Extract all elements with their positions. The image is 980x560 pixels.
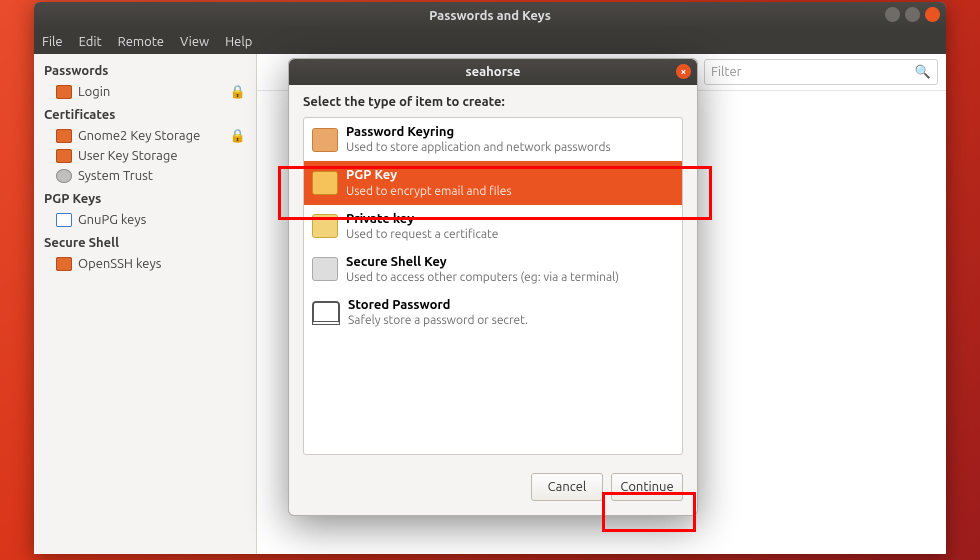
sidebar-item-label: Login bbox=[78, 85, 110, 99]
item-desc: Used to encrypt email and files bbox=[346, 184, 512, 199]
maximize-icon[interactable] bbox=[905, 7, 920, 22]
sidebar-item-gnupg[interactable]: GnuPG keys bbox=[34, 210, 256, 230]
menu-file[interactable]: File bbox=[42, 35, 63, 49]
item-password-keyring[interactable]: Password Keyring Used to store applicati… bbox=[304, 118, 682, 161]
close-icon[interactable]: × bbox=[676, 64, 691, 79]
folder-icon bbox=[56, 257, 72, 271]
menubar: File Edit Remote View Help bbox=[34, 30, 946, 54]
item-title: Private key bbox=[346, 211, 498, 227]
filter-input[interactable]: Filter 🔍 bbox=[704, 59, 938, 85]
item-title: Secure Shell Key bbox=[346, 254, 619, 270]
new-item-dialog: seahorse × Select the type of item to cr… bbox=[288, 58, 698, 516]
sidebar-header-certificates: Certificates bbox=[34, 102, 256, 126]
key-icon bbox=[312, 171, 338, 195]
item-pgp-key[interactable]: PGP Key Used to encrypt email and files bbox=[304, 161, 682, 204]
sidebar-header-ssh: Secure Shell bbox=[34, 230, 256, 254]
desktop: Passwords and Keys File Edit Remote View… bbox=[0, 0, 980, 560]
folder-icon bbox=[56, 85, 72, 99]
item-private-key[interactable]: Private key Used to request a certificat… bbox=[304, 205, 682, 248]
sidebar-item-systrust[interactable]: System Trust bbox=[34, 166, 256, 186]
item-title: PGP Key bbox=[346, 167, 512, 183]
sidebar-item-openssh[interactable]: OpenSSH keys bbox=[34, 254, 256, 274]
item-title: Stored Password bbox=[348, 297, 528, 313]
continue-button[interactable]: Continue bbox=[611, 473, 683, 501]
sidebar-item-label: User Key Storage bbox=[78, 149, 178, 163]
item-desc: Used to access other computers (eg: via … bbox=[346, 270, 619, 285]
combination-icon bbox=[312, 301, 340, 325]
item-desc: Safely store a password or secret. bbox=[348, 313, 528, 328]
window-controls bbox=[885, 7, 940, 22]
menu-remote[interactable]: Remote bbox=[118, 35, 164, 49]
dialog-titlebar: seahorse × bbox=[289, 59, 697, 85]
sidebar-header-pgp: PGP Keys bbox=[34, 186, 256, 210]
lock-icon: 🔒 bbox=[230, 85, 246, 100]
key-icon bbox=[312, 214, 338, 238]
sidebar-header-passwords: Passwords bbox=[34, 58, 256, 82]
sidebar-item-login[interactable]: Login 🔒 bbox=[34, 82, 256, 102]
item-type-list: Password Keyring Used to store applicati… bbox=[303, 117, 683, 455]
menu-edit[interactable]: Edit bbox=[79, 35, 102, 49]
gear-icon bbox=[56, 169, 72, 183]
titlebar: Passwords and Keys bbox=[34, 2, 946, 30]
lock-icon: 🔒 bbox=[230, 129, 246, 144]
minimize-icon[interactable] bbox=[885, 7, 900, 22]
search-icon: 🔍 bbox=[915, 65, 931, 80]
item-stored-password[interactable]: Stored Password Safely store a password … bbox=[304, 291, 682, 334]
sidebar-item-label: GnuPG keys bbox=[78, 213, 146, 227]
close-icon[interactable] bbox=[925, 7, 940, 22]
window-title: Passwords and Keys bbox=[429, 9, 551, 23]
filter-placeholder: Filter bbox=[711, 65, 915, 79]
dialog-buttons: Cancel Continue bbox=[289, 463, 697, 515]
dialog-title: seahorse bbox=[465, 65, 520, 79]
item-desc: Used to request a certificate bbox=[346, 227, 498, 242]
key-icon bbox=[312, 257, 338, 281]
dialog-prompt: Select the type of item to create: bbox=[289, 85, 697, 117]
sidebar-item-label: OpenSSH keys bbox=[78, 257, 161, 271]
menu-help[interactable]: Help bbox=[225, 35, 252, 49]
menu-view[interactable]: View bbox=[180, 35, 209, 49]
sidebar-item-label: System Trust bbox=[78, 169, 153, 183]
sidebar: Passwords Login 🔒 Certificates Gnome2 Ke… bbox=[34, 54, 257, 554]
cancel-button[interactable]: Cancel bbox=[531, 473, 603, 501]
folder-icon bbox=[56, 129, 72, 143]
item-title: Password Keyring bbox=[346, 124, 611, 140]
sidebar-item-userkey[interactable]: User Key Storage bbox=[34, 146, 256, 166]
key-icon bbox=[56, 213, 72, 227]
item-ssh-key[interactable]: Secure Shell Key Used to access other co… bbox=[304, 248, 682, 291]
sidebar-item-label: Gnome2 Key Storage bbox=[78, 129, 200, 143]
folder-icon bbox=[312, 128, 338, 152]
item-desc: Used to store application and network pa… bbox=[346, 140, 611, 155]
sidebar-item-gnome2[interactable]: Gnome2 Key Storage 🔒 bbox=[34, 126, 256, 146]
folder-icon bbox=[56, 149, 72, 163]
